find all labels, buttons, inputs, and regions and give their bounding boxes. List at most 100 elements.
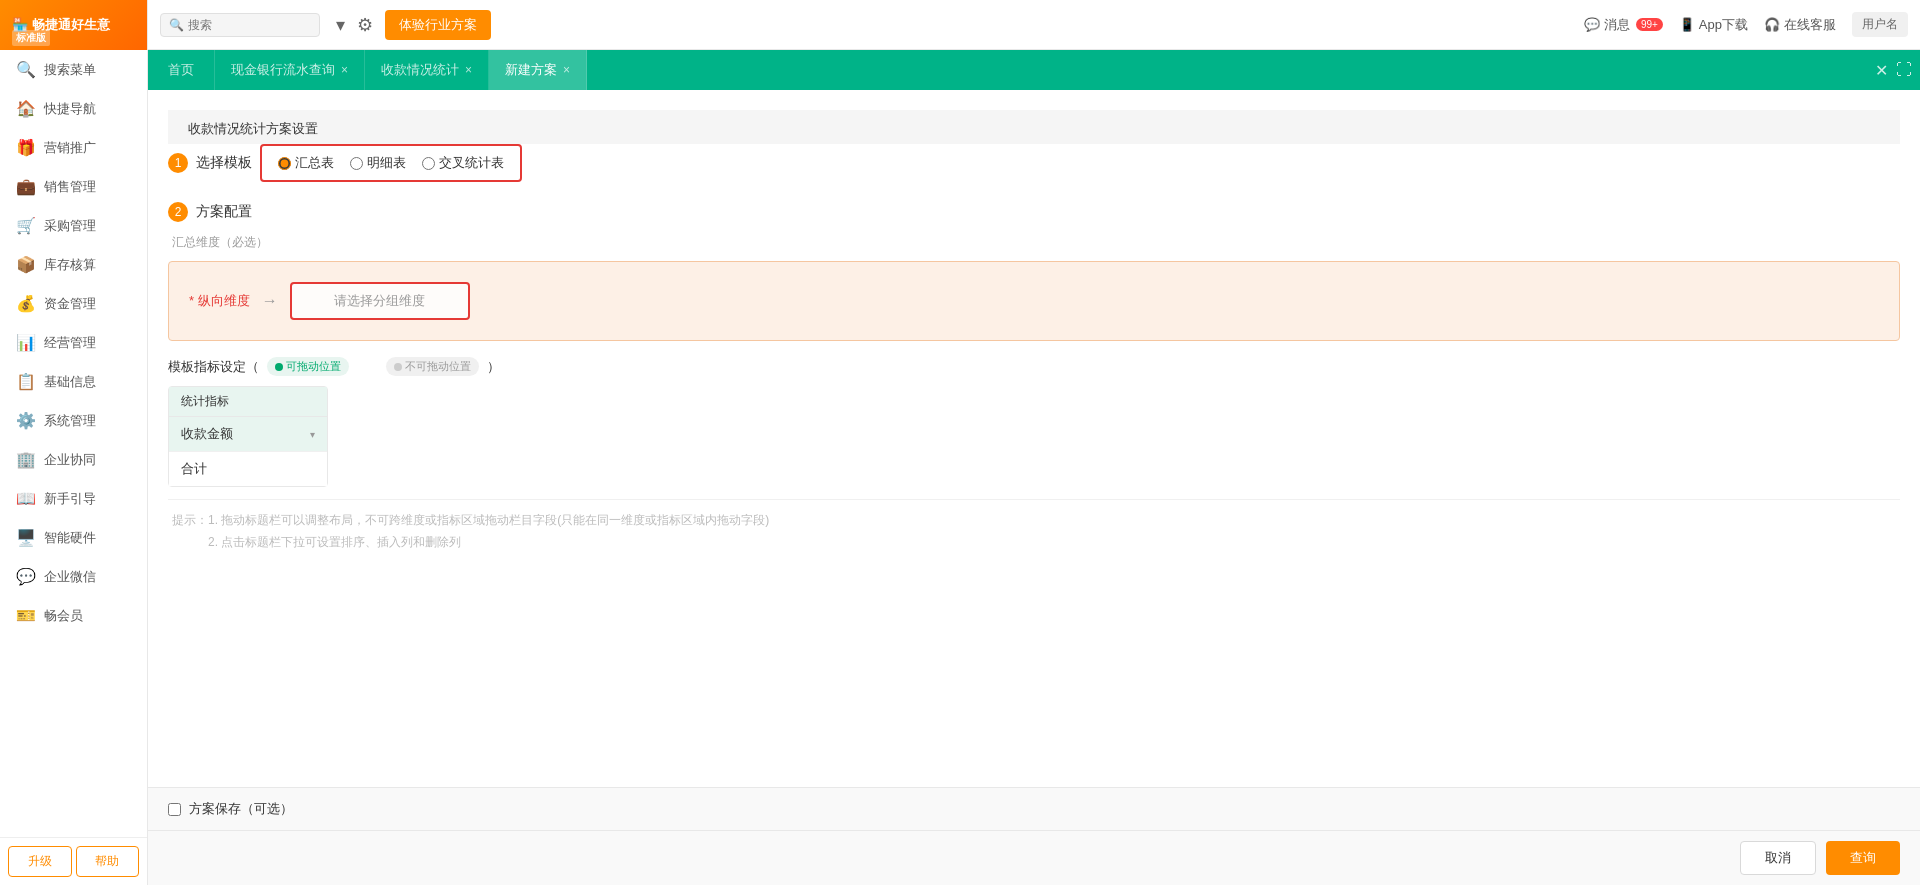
metrics-separator (361, 358, 374, 376)
tab-new-plan[interactable]: 新建方案 × (489, 50, 587, 90)
footer: 取消 查询 (148, 830, 1920, 885)
upgrade-button[interactable]: 升级 (8, 846, 72, 877)
sidebar-item-operation[interactable]: 📊 经营管理 (0, 323, 147, 362)
sidebar-item-purchase[interactable]: 🛒 采购管理 (0, 206, 147, 245)
sidebar-item-hardware[interactable]: 🖥️ 智能硬件 (0, 518, 147, 557)
tab-bank-flow-close[interactable]: × (341, 63, 348, 77)
radio-detail-input[interactable] (350, 157, 363, 170)
sidebar-item-label: 搜索菜单 (44, 61, 96, 79)
radio-cross-label[interactable]: 交叉统计表 (439, 154, 504, 172)
radio-cross[interactable]: 交叉统计表 (422, 154, 504, 172)
window-buttons: ✕ ⛶ (1867, 50, 1920, 90)
radio-detail[interactable]: 明细表 (350, 154, 406, 172)
tips-section: 提示：1. 拖动标题栏可以调整布局，不可跨维度或指标区域拖动栏目字段(只能在同一… (168, 499, 1900, 553)
step2-num: 2 (168, 202, 188, 222)
sidebar-item-guide[interactable]: 📖 新手引导 (0, 479, 147, 518)
sidebar: 🏪 畅捷通好生意 标准版 🔍 搜索菜单 🏠 快捷导航 🎁 营销推广 💼 销售管理… (0, 0, 148, 885)
tab-bank-flow[interactable]: 现金银行流水查询 × (215, 50, 365, 90)
radio-cross-input[interactable] (422, 157, 435, 170)
sidebar-item-label: 系统管理 (44, 412, 96, 430)
cancel-button[interactable]: 取消 (1740, 841, 1816, 875)
notifications-label: 消息 (1604, 16, 1630, 34)
sidebar-item-label: 库存核算 (44, 256, 96, 274)
service-icon: 🎧 (1764, 17, 1780, 32)
dropdown-icon[interactable]: ▾ (336, 14, 345, 36)
sidebar-item-label: 经营管理 (44, 334, 96, 352)
sidebar-item-quick-nav[interactable]: 🏠 快捷导航 (0, 89, 147, 128)
save-option: 方案保存（可选） (148, 787, 1920, 830)
tip1: 提示：1. 拖动标题栏可以调整布局，不可跨维度或指标区域拖动栏目字段(只能在同一… (168, 510, 1900, 532)
content-area: 收款情况统计方案设置 1 选择模板 汇总表 (148, 90, 1920, 830)
tabbar: 首页 现金银行流水查询 × 收款情况统计 × 新建方案 × ✕ ⛶ (148, 50, 1920, 90)
clipboard-icon: 📋 (16, 372, 36, 391)
breadcrumb: 收款情况统计方案设置 (168, 110, 1900, 144)
tip2: 2. 点击标题栏下拉可设置排序、插入列和删除列 (168, 532, 1900, 554)
radio-summary[interactable]: 汇总表 (278, 154, 334, 172)
search-box[interactable]: 🔍 (160, 13, 320, 37)
user-info[interactable]: 用户名 (1852, 12, 1908, 37)
step1-num: 1 (168, 153, 188, 173)
search-input[interactable] (188, 18, 308, 32)
tab-new-plan-label: 新建方案 (505, 61, 557, 79)
app-download-label: App下载 (1699, 16, 1748, 34)
radio-summary-label[interactable]: 汇总表 (295, 154, 334, 172)
trial-button[interactable]: 体验行业方案 (385, 10, 491, 40)
sidebar-item-search-menu[interactable]: 🔍 搜索菜单 (0, 50, 147, 89)
finance-icon: 💰 (16, 294, 36, 313)
tab-new-plan-close[interactable]: × (563, 63, 570, 77)
close-window-icon[interactable]: ✕ (1875, 61, 1888, 80)
app-download-item[interactable]: 📱 App下载 (1679, 16, 1748, 34)
sidebar-bottom: 升级 帮助 (0, 837, 147, 885)
maximize-icon[interactable]: ⛶ (1896, 61, 1912, 79)
user-name: 用户名 (1862, 17, 1898, 31)
tab-collection-stat-label: 收款情况统计 (381, 61, 459, 79)
version-badge: 标准版 (12, 30, 50, 46)
metrics-table: 统计指标 收款金额 ▾ 合计 (168, 386, 328, 487)
radio-summary-input[interactable] (278, 157, 291, 170)
radio-detail-label[interactable]: 明细表 (367, 154, 406, 172)
sidebar-item-weixin[interactable]: 💬 企业微信 (0, 557, 147, 596)
dimension-row: * 纵向维度 → 请选择分组维度 (189, 282, 1879, 320)
sidebar-item-corp[interactable]: 🏢 企业协同 (0, 440, 147, 479)
settings-icon[interactable]: ⚙ (357, 14, 373, 36)
tab-bank-flow-label: 现金银行流水查询 (231, 61, 335, 79)
tab-collection-stat[interactable]: 收款情况统计 × (365, 50, 489, 90)
tab-home[interactable]: 首页 (148, 50, 215, 90)
tab-home-label: 首页 (168, 61, 194, 79)
query-button[interactable]: 查询 (1826, 841, 1900, 875)
message-icon: 💬 (1584, 17, 1600, 32)
cell-text: 收款金额 (181, 425, 233, 443)
total-row: 合计 (169, 451, 327, 486)
step1-header: 1 选择模板 汇总表 明细表 (168, 144, 1900, 182)
sidebar-item-basic[interactable]: 📋 基础信息 (0, 362, 147, 401)
chevron-down-icon: ▾ (310, 429, 315, 440)
collection-amount-cell[interactable]: 收款金额 ▾ (169, 417, 327, 451)
sidebar-item-sales[interactable]: 💼 销售管理 (0, 167, 147, 206)
dimension-select[interactable]: 请选择分组维度 (290, 282, 470, 320)
save-label[interactable]: 方案保存（可选） (189, 800, 293, 818)
step2-header: 2 方案配置 (168, 202, 1900, 222)
sidebar-item-label: 营销推广 (44, 139, 96, 157)
sidebar-item-label: 销售管理 (44, 178, 96, 196)
online-service-label: 在线客服 (1784, 16, 1836, 34)
template-selector: 汇总表 明细表 交叉统计表 (260, 144, 522, 182)
sidebar-item-inventory[interactable]: 📦 库存核算 (0, 245, 147, 284)
gift-icon: 🎁 (16, 138, 36, 157)
sidebar-item-label: 采购管理 (44, 217, 96, 235)
online-service-item[interactable]: 🎧 在线客服 (1764, 16, 1836, 34)
sidebar-item-finance[interactable]: 💰 资金管理 (0, 284, 147, 323)
sidebar-item-system[interactable]: ⚙️ 系统管理 (0, 401, 147, 440)
notifications-badge: 99+ (1636, 18, 1663, 31)
save-checkbox[interactable] (168, 803, 181, 816)
sidebar-item-member[interactable]: 🎫 畅会员 (0, 596, 147, 635)
help-button[interactable]: 帮助 (76, 846, 140, 877)
tab-collection-stat-close[interactable]: × (465, 63, 472, 77)
sidebar-item-marketing[interactable]: 🎁 营销推广 (0, 128, 147, 167)
sidebar-item-label: 快捷导航 (44, 100, 96, 118)
metrics-title-text: 模板指标设定（ (168, 358, 259, 376)
sidebar-item-label: 畅会员 (44, 607, 83, 625)
chart-icon: 📊 (16, 333, 36, 352)
notifications-item[interactable]: 💬 消息 99+ (1584, 16, 1663, 34)
step1-section: 1 选择模板 汇总表 明细表 (168, 144, 1900, 182)
building-icon: 🏢 (16, 450, 36, 469)
